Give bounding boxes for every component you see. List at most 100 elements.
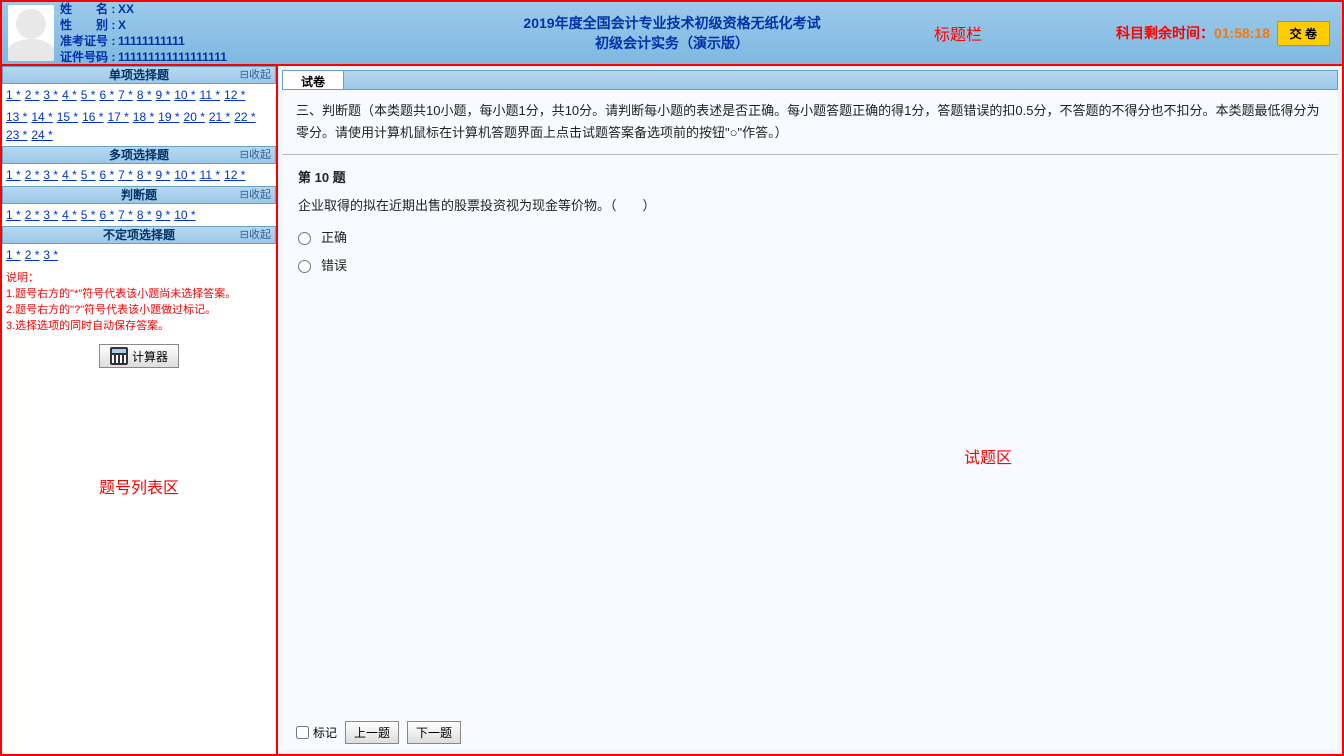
note-2: 2.题号右方的"?"符号代表该小题做过标记。	[6, 302, 272, 318]
question-number-link[interactable]: 13 *	[6, 108, 27, 126]
question-number-link[interactable]: 20 *	[184, 108, 205, 126]
section-header: 判断题⊟收起	[2, 186, 276, 204]
question-number-link[interactable]: 23 *	[6, 126, 27, 144]
question-number-link[interactable]: 3 *	[43, 166, 58, 184]
id-value: 111111111111111111	[118, 49, 227, 65]
question-number-link[interactable]: 4 *	[62, 166, 77, 184]
timer: 科目剩余时间：01:58:18	[1116, 23, 1270, 43]
question-number-link[interactable]: 18 *	[133, 108, 154, 126]
question-number-link[interactable]: 7 *	[118, 206, 133, 224]
ticket-value: 11111111111	[118, 33, 185, 49]
tab-bar: 试卷	[282, 70, 1338, 90]
question-number-link[interactable]: 12 *	[224, 86, 245, 104]
question-number-link[interactable]: 1 *	[6, 86, 21, 104]
question-number-link[interactable]: 4 *	[62, 86, 77, 104]
tab-paper[interactable]: 试卷	[283, 71, 344, 89]
question-number-link[interactable]: 8 *	[137, 206, 152, 224]
name-label: 姓 名 :	[60, 1, 118, 17]
collapse-toggle[interactable]: ⊟收起	[240, 147, 271, 163]
question-number-link[interactable]: 2 *	[25, 206, 40, 224]
question-number-link[interactable]: 14 *	[31, 108, 52, 126]
name-value: XX	[118, 1, 134, 17]
nav-bar: 标记 上一题 下一题	[282, 715, 1338, 750]
question-number-link[interactable]: 24 *	[31, 126, 52, 144]
question-number-link[interactable]: 1 *	[6, 206, 21, 224]
question-number-link[interactable]: 21 *	[209, 108, 230, 126]
question-number-link[interactable]: 2 *	[25, 246, 40, 264]
option-correct-radio[interactable]	[298, 232, 311, 245]
question-number-link[interactable]: 8 *	[137, 166, 152, 184]
question-number-link[interactable]: 6 *	[99, 206, 114, 224]
question-number-link[interactable]: 16 *	[82, 108, 103, 126]
question-number-link[interactable]: 10 *	[174, 166, 195, 184]
header-annotation: 标题栏	[934, 21, 982, 45]
question-number-link[interactable]: 17 *	[107, 108, 128, 126]
question-number-link[interactable]: 9 *	[156, 86, 171, 104]
content-annotation: 试题区	[964, 444, 1012, 468]
next-button[interactable]: 下一题	[407, 721, 461, 744]
question-number-row: 1 * 2 *3 * 4 * 5 *6 * 7 * 8 * 9 *10 * 11 *12 *	[2, 84, 276, 106]
question-number: 第 10 题	[298, 167, 1322, 189]
mark-label: 标记	[313, 724, 337, 741]
question-number-row: 1 * 2 *3 * 4 * 5 *6 * 7 * 8 * 9 *10 *	[2, 204, 276, 226]
question-number-link[interactable]: 7 *	[118, 86, 133, 104]
calculator-icon	[110, 347, 128, 365]
question-number-link[interactable]: 19 *	[158, 108, 179, 126]
question-number-link[interactable]: 3 *	[43, 246, 58, 264]
exam-title-line1: 2019年度全国会计专业技术初级资格无纸化考试	[523, 13, 820, 33]
calculator-wrap: 计算器	[2, 338, 276, 374]
question-number-link[interactable]: 10 *	[174, 206, 195, 224]
question-number-link[interactable]: 5 *	[81, 166, 96, 184]
option-wrong[interactable]: 错误	[298, 255, 1322, 277]
question-number-link[interactable]: 2 *	[25, 166, 40, 184]
question-number-link[interactable]: 9 *	[156, 206, 171, 224]
question-number-link[interactable]: 3 *	[43, 206, 58, 224]
question-number-link[interactable]: 3 *	[43, 86, 58, 104]
question-number-link[interactable]: 2 *	[25, 86, 40, 104]
option-wrong-label: 错误	[321, 255, 347, 277]
option-correct-label: 正确	[321, 227, 347, 249]
exam-title: 2019年度全国会计专业技术初级资格无纸化考试 初级会计实务（演示版）	[523, 13, 820, 53]
id-label: 证件号码 :	[60, 49, 118, 65]
question-number-link[interactable]: 7 *	[118, 166, 133, 184]
question-number-link[interactable]: 5 *	[81, 206, 96, 224]
calculator-button[interactable]: 计算器	[99, 344, 179, 368]
question-number-link[interactable]: 9 *	[156, 166, 171, 184]
question-area: 第 10 题 企业取得的拟在近期出售的股票投资视为现金等价物。（ ） 正确 错误	[282, 155, 1338, 715]
question-number-row: 1 * 2 *3 *	[2, 244, 276, 266]
mark-checkbox[interactable]	[296, 726, 309, 739]
option-wrong-radio[interactable]	[298, 260, 311, 273]
question-number-link[interactable]: 12 *	[224, 166, 245, 184]
question-number-link[interactable]: 6 *	[99, 86, 114, 104]
section-instructions: 三、判断题（本类题共10小题，每小题1分，共10分。请判断每小题的表述是否正确。…	[282, 90, 1338, 155]
question-number-link[interactable]: 11 *	[200, 86, 220, 104]
question-number-link[interactable]: 1 *	[6, 246, 21, 264]
question-number-link[interactable]: 11 *	[200, 166, 220, 184]
timer-label: 科目剩余时间：	[1116, 25, 1214, 41]
collapse-toggle[interactable]: ⊟收起	[240, 187, 271, 203]
submit-button[interactable]: 交 卷	[1277, 21, 1330, 46]
prev-button[interactable]: 上一题	[345, 721, 399, 744]
section-header: 单项选择题⊟收起	[2, 66, 276, 84]
question-number-link[interactable]: 4 *	[62, 206, 77, 224]
question-number-link[interactable]: 5 *	[81, 86, 96, 104]
collapse-toggle[interactable]: ⊟收起	[240, 67, 271, 83]
notes-title: 说明：	[6, 270, 272, 286]
question-number-link[interactable]: 1 *	[6, 166, 21, 184]
question-number-link[interactable]: 8 *	[137, 86, 152, 104]
question-list-panel: 单项选择题⊟收起1 *2 *3 *4 *5 *6 *7 *8 *9 *10 *1…	[0, 66, 278, 756]
question-number-link[interactable]: 15 *	[57, 108, 78, 126]
question-number-link[interactable]: 6 *	[99, 166, 114, 184]
mark-checkbox-wrap[interactable]: 标记	[296, 724, 337, 741]
gender-label: 性 别 :	[60, 17, 118, 33]
avatar	[8, 5, 54, 61]
calculator-label: 计算器	[132, 348, 168, 365]
question-number-row: 13 *14 * 15 *16 *17 * 18 *19 * 20 *21 *22 *…	[2, 106, 276, 146]
question-number-link[interactable]: 22 *	[234, 108, 255, 126]
collapse-toggle[interactable]: ⊟收起	[240, 227, 271, 243]
option-correct[interactable]: 正确	[298, 227, 1322, 249]
notes: 说明： 1.题号右方的"*"符号代表该小题尚未选择答案。 2.题号右方的"?"符…	[2, 266, 276, 338]
main: 单项选择题⊟收起1 *2 *3 *4 *5 *6 *7 *8 *9 *10 *1…	[0, 66, 1344, 756]
question-number-link[interactable]: 10 *	[174, 86, 195, 104]
question-text: 企业取得的拟在近期出售的股票投资视为现金等价物。（ ）	[298, 195, 1322, 217]
